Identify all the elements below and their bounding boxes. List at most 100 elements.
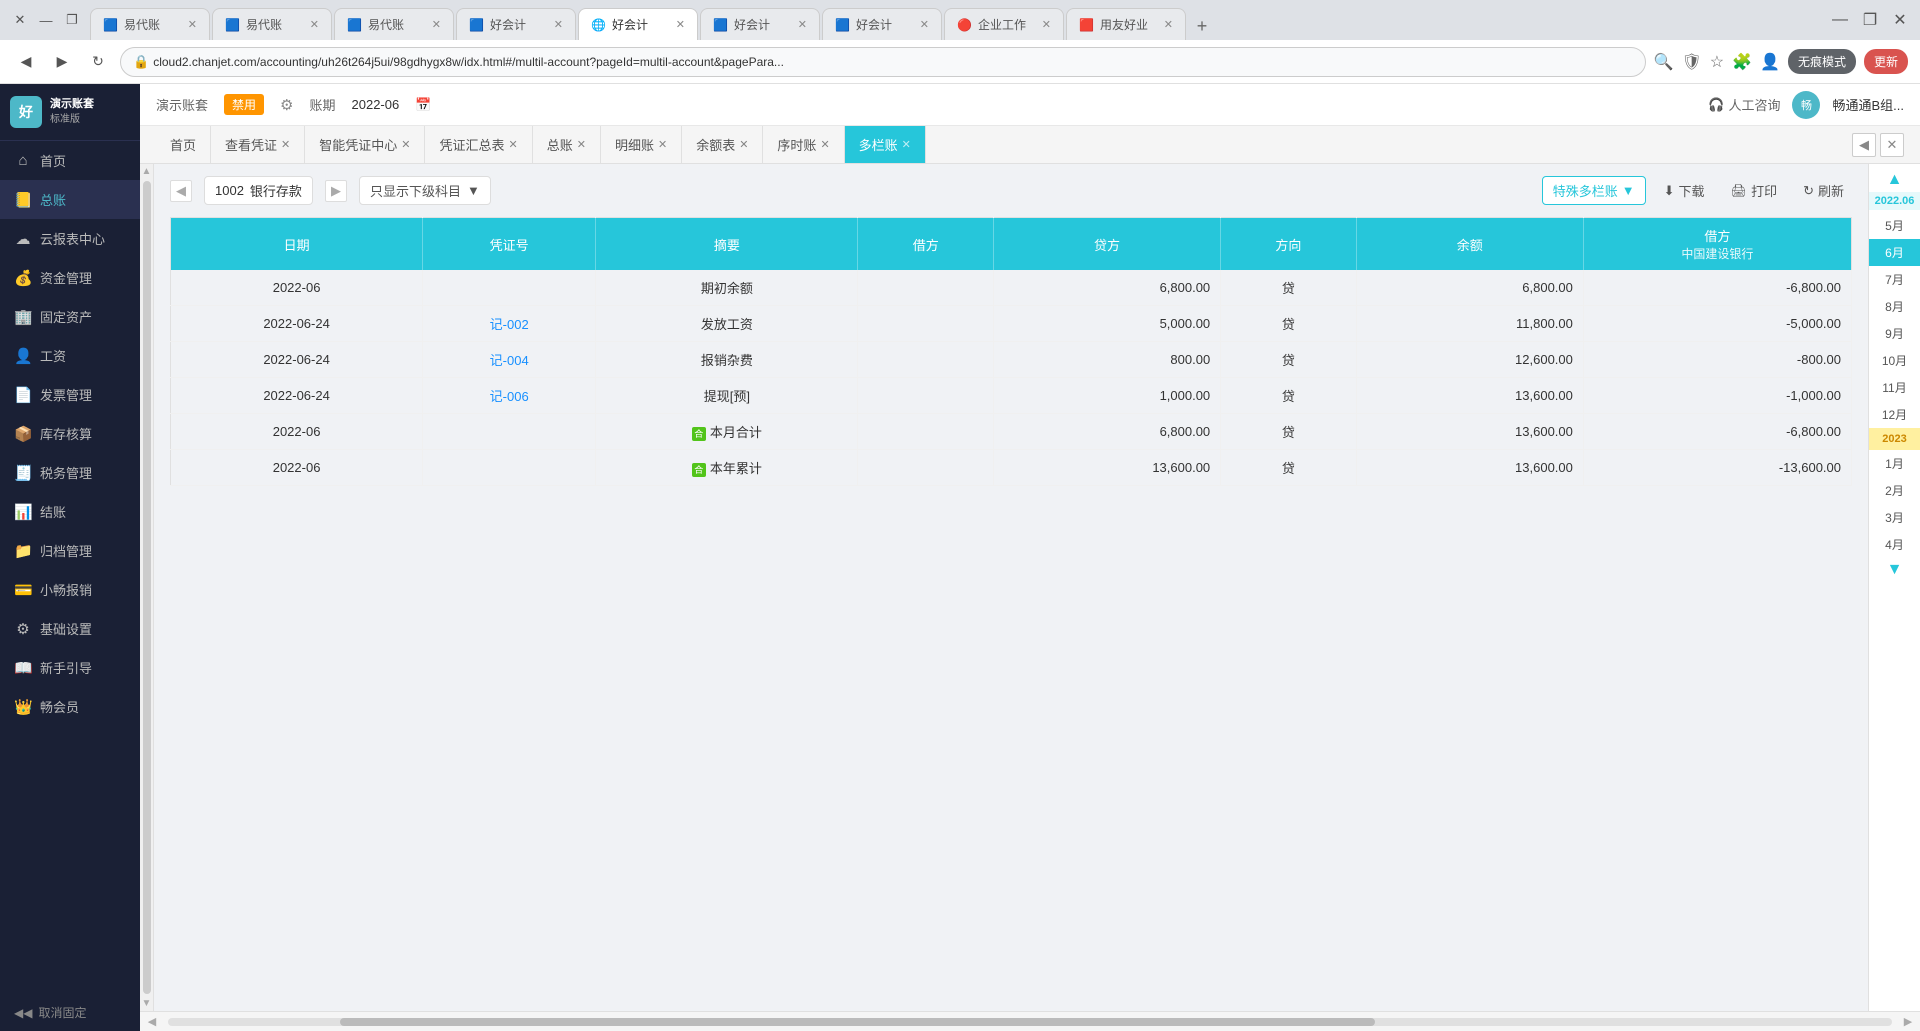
browser-tab-4[interactable]: 🌐 好会计 ✕ <box>578 8 698 40</box>
tab-detail-ledger-close[interactable]: ✕ <box>658 138 667 151</box>
tab-sequence[interactable]: 序时账 ✕ <box>763 126 844 164</box>
sidebar-item-guide[interactable]: 📖 新手引导 <box>0 648 140 687</box>
sidebar-item-ledger[interactable]: 📒 总账 <box>0 180 140 219</box>
star-icon[interactable]: ☆ <box>1710 52 1724 72</box>
service-button[interactable]: 🎧 人工咨询 <box>1708 95 1780 114</box>
extensions-icon[interactable]: 🧩 <box>1732 52 1752 72</box>
scroll-left-arrow[interactable]: ◀ <box>140 1015 164 1028</box>
win-max[interactable]: ❐ <box>60 8 84 32</box>
sidebar-item-capital[interactable]: 💰 资金管理 <box>0 258 140 297</box>
forward-button[interactable]: ▶ <box>48 48 76 76</box>
cal-month-oct[interactable]: 10月 <box>1869 347 1920 374</box>
win-close[interactable]: ✕ <box>8 8 32 32</box>
account-selector[interactable]: 1002 银行存款 <box>204 176 313 205</box>
sidebar-item-inventory[interactable]: 📦 库存核算 <box>0 414 140 453</box>
sidebar-item-payroll[interactable]: 👤 工资 <box>0 336 140 375</box>
voucher-link[interactable]: 记-006 <box>423 378 596 414</box>
tab-close-3[interactable]: ✕ <box>554 18 563 31</box>
tab-general-ledger[interactable]: 总账 ✕ <box>533 126 601 164</box>
sidebar-item-cloud[interactable]: ☁ 云报表中心 <box>0 219 140 258</box>
settings-gear-icon[interactable]: ⚙ <box>280 96 293 114</box>
tab-voucher-view-close[interactable]: ✕ <box>281 138 290 151</box>
tab-balance[interactable]: 余额表 ✕ <box>682 126 763 164</box>
cal-month-jan[interactable]: 1月 <box>1869 450 1920 477</box>
tab-close-1[interactable]: ✕ <box>310 18 319 31</box>
sidebar-item-member[interactable]: 👑 畅会员 <box>0 687 140 726</box>
new-tab-button[interactable]: + <box>1188 12 1216 40</box>
window-close[interactable]: ✕ <box>1888 10 1912 30</box>
tab-voucher-summary-close[interactable]: ✕ <box>509 138 518 151</box>
tab-collapse-btn[interactable]: ◀ <box>1852 133 1876 157</box>
reload-button[interactable]: ↻ <box>84 48 112 76</box>
sidebar-item-close[interactable]: 📊 结账 <box>0 492 140 531</box>
special-col-button[interactable]: 特殊多栏账 ▼ <box>1542 176 1646 205</box>
update-button[interactable]: 更新 <box>1864 49 1908 74</box>
tab-detail-ledger[interactable]: 明细账 ✕ <box>601 126 682 164</box>
browser-tab-5[interactable]: 🟦 好会计 ✕ <box>700 8 820 40</box>
sidebar-item-invoice[interactable]: 📄 发票管理 <box>0 375 140 414</box>
horizontal-scroll-thumb[interactable] <box>340 1018 1374 1026</box>
cal-month-feb[interactable]: 2月 <box>1869 477 1920 504</box>
tab-close-5[interactable]: ✕ <box>798 18 807 31</box>
cal-month-nov[interactable]: 11月 <box>1869 374 1920 401</box>
tab-sequence-close[interactable]: ✕ <box>820 138 829 151</box>
cal-month-dec[interactable]: 12月 <box>1869 401 1920 428</box>
scroll-up-arrow[interactable]: ▲ <box>142 166 152 177</box>
stealth-button[interactable]: 无痕模式 <box>1788 49 1856 74</box>
cal-month-sep[interactable]: 9月 <box>1869 320 1920 347</box>
cal-month-apr[interactable]: 4月 <box>1869 531 1920 558</box>
filter-dropdown[interactable]: 只显示下级科目 ▼ <box>359 176 491 205</box>
browser-tab-7[interactable]: 🔴 企业工作 ✕ <box>944 8 1064 40</box>
tab-smart-voucher-close[interactable]: ✕ <box>401 138 410 151</box>
browser-tab-0[interactable]: 🟦 易代账 ✕ <box>90 8 210 40</box>
tab-close-7[interactable]: ✕ <box>1042 18 1051 31</box>
back-button[interactable]: ◀ <box>12 48 40 76</box>
voucher-link[interactable]: 记-004 <box>423 342 596 378</box>
sidebar-unpin[interactable]: ◀◀ 取消固定 <box>0 994 140 1031</box>
browser-tab-1[interactable]: 🟦 易代账 ✕ <box>212 8 332 40</box>
tab-close-0[interactable]: ✕ <box>188 18 197 31</box>
tab-close-2[interactable]: ✕ <box>432 18 441 31</box>
browser-tab-3[interactable]: 🟦 好会计 ✕ <box>456 8 576 40</box>
cal-scroll-up[interactable]: ▲ <box>1869 168 1920 192</box>
tab-close-6[interactable]: ✕ <box>920 18 929 31</box>
win-min[interactable]: — <box>34 8 58 32</box>
search-icon[interactable]: 🔍 <box>1654 52 1674 72</box>
cal-month-mar[interactable]: 3月 <box>1869 504 1920 531</box>
profile-icon[interactable]: 👤 <box>1760 52 1780 72</box>
cal-month-aug[interactable]: 8月 <box>1869 293 1920 320</box>
tab-expand-btn[interactable]: ✕ <box>1880 133 1904 157</box>
scroll-thumb[interactable] <box>143 181 151 994</box>
cal-scroll-down[interactable]: ▼ <box>1869 558 1920 582</box>
voucher-link[interactable]: 记-002 <box>423 306 596 342</box>
horizontal-scrollbar-track[interactable] <box>168 1018 1892 1026</box>
browser-tab-6[interactable]: 🟦 好会计 ✕ <box>822 8 942 40</box>
cal-month-may[interactable]: 5月 <box>1869 212 1920 239</box>
tab-general-ledger-close[interactable]: ✕ <box>577 138 586 151</box>
window-minimize[interactable]: — <box>1828 11 1852 29</box>
tab-close-8[interactable]: ✕ <box>1164 18 1173 31</box>
tab-multi-col-close[interactable]: ✕ <box>902 138 911 151</box>
sidebar-item-settings[interactable]: ⚙ 基础设置 <box>0 609 140 648</box>
cal-month-jun[interactable]: 6月 <box>1869 239 1920 266</box>
tab-balance-close[interactable]: ✕ <box>739 138 748 151</box>
scroll-down-arrow[interactable]: ▼ <box>142 998 152 1009</box>
download-button[interactable]: ⬇ 下载 <box>1656 177 1713 204</box>
tab-multi-col[interactable]: 多栏账 ✕ <box>845 126 926 164</box>
calendar-icon[interactable]: 📅 <box>415 97 431 113</box>
browser-tab-2[interactable]: 🟦 易代账 ✕ <box>334 8 454 40</box>
sidebar-item-home[interactable]: ⌂ 首页 <box>0 141 140 180</box>
vertical-scrollbar[interactable]: ▲ ▼ <box>140 164 154 1011</box>
bottom-scrollbar[interactable]: ◀ ▶ <box>140 1011 1920 1031</box>
sidebar-item-expense[interactable]: 💳 小畅报销 <box>0 570 140 609</box>
print-button[interactable]: 🖨 打印 <box>1723 177 1786 204</box>
tab-close-4[interactable]: ✕ <box>676 18 685 31</box>
sidebar-item-archive[interactable]: 📁 归档管理 <box>0 531 140 570</box>
disabled-tag[interactable]: 禁用 <box>224 94 264 115</box>
address-bar[interactable]: 🔒 cloud2.chanjet.com/accounting/uh26t264… <box>120 47 1646 77</box>
refresh-button[interactable]: ↻ 刷新 <box>1795 177 1852 204</box>
next-account-button[interactable]: ▶ <box>325 180 347 202</box>
browser-tab-8[interactable]: 🟥 用友好业 ✕ <box>1066 8 1186 40</box>
tab-home[interactable]: 首页 <box>156 126 211 164</box>
window-restore[interactable]: ❐ <box>1858 10 1882 30</box>
